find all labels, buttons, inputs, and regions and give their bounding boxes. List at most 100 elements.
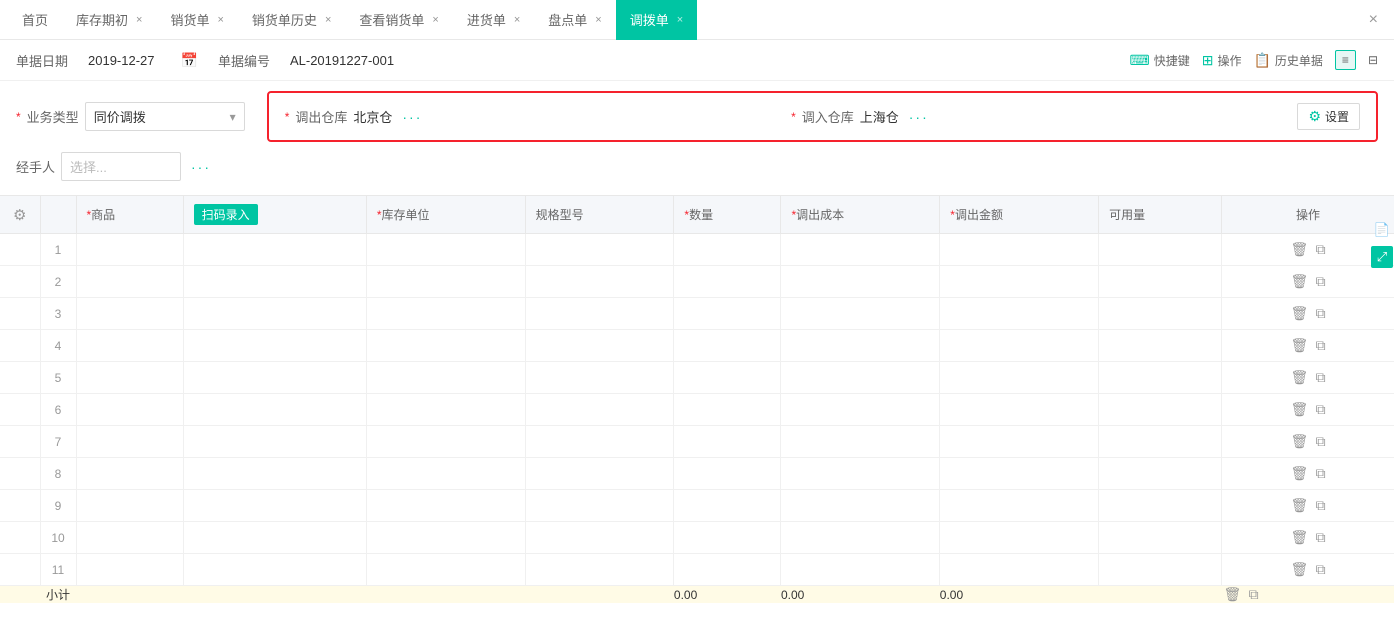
- tab-close-inventory-init[interactable]: ×: [136, 14, 142, 26]
- row-unit-9[interactable]: [366, 490, 525, 522]
- tab-transfer-order[interactable]: 调拨单 ×: [616, 0, 697, 40]
- row-amount-6[interactable]: [940, 394, 1099, 426]
- row-delete-icon-11[interactable]: 🗑: [1290, 561, 1308, 577]
- sidebar-expand-btn[interactable]: ⤢: [1371, 246, 1393, 268]
- tab-close-transfer-order[interactable]: ×: [677, 14, 683, 26]
- table-gear-icon[interactable]: ⚙: [13, 207, 26, 224]
- calendar-icon[interactable]: 📅: [181, 52, 198, 69]
- row-unit-2[interactable]: [366, 266, 525, 298]
- window-close-button[interactable]: ×: [1361, 11, 1386, 29]
- row-delete-icon-10[interactable]: 🗑: [1290, 529, 1308, 545]
- row-qty-10[interactable]: [674, 522, 781, 554]
- row-unit-8[interactable]: [366, 458, 525, 490]
- row-delete-icon-1[interactable]: 🗑: [1290, 241, 1308, 257]
- row-delete-icon-3[interactable]: 🗑: [1290, 305, 1308, 321]
- row-amount-7[interactable]: [940, 426, 1099, 458]
- operations-btn[interactable]: ⊞ 操作: [1202, 52, 1242, 69]
- row-spec-9[interactable]: [525, 490, 674, 522]
- row-qty-5[interactable]: [674, 362, 781, 394]
- row-cost-11[interactable]: [781, 554, 940, 586]
- row-copy-icon-3[interactable]: ⧉: [1316, 305, 1326, 321]
- row-copy-icon-10[interactable]: ⧉: [1316, 529, 1326, 545]
- row-delete-icon-6[interactable]: 🗑: [1290, 401, 1308, 417]
- row-product-7[interactable]: [76, 426, 183, 458]
- row-product-9[interactable]: [76, 490, 183, 522]
- tab-close-sales-history[interactable]: ×: [325, 14, 331, 26]
- row-qty-4[interactable]: [674, 330, 781, 362]
- row-amount-5[interactable]: [940, 362, 1099, 394]
- scan-btn[interactable]: 扫码录入: [194, 204, 258, 225]
- row-amount-9[interactable]: [940, 490, 1099, 522]
- tab-sales-history[interactable]: 销货单历史 ×: [238, 0, 345, 40]
- row-unit-5[interactable]: [366, 362, 525, 394]
- tab-view-sales[interactable]: 查看销货单 ×: [345, 0, 452, 40]
- row-product-6[interactable]: [76, 394, 183, 426]
- row-amount-8[interactable]: [940, 458, 1099, 490]
- row-qty-9[interactable]: [674, 490, 781, 522]
- row-amount-4[interactable]: [940, 330, 1099, 362]
- row-spec-4[interactable]: [525, 330, 674, 362]
- tab-inventory-check[interactable]: 盘点单 ×: [534, 0, 615, 40]
- row-product-5[interactable]: [76, 362, 183, 394]
- footer-copy-icon[interactable]: ⧉: [1249, 586, 1259, 602]
- row-cost-3[interactable]: [781, 298, 940, 330]
- row-spec-5[interactable]: [525, 362, 674, 394]
- settings-button[interactable]: ⚙ 设置: [1297, 103, 1360, 130]
- row-qty-8[interactable]: [674, 458, 781, 490]
- out-warehouse-more-btn[interactable]: ···: [402, 109, 422, 125]
- row-unit-1[interactable]: [366, 234, 525, 266]
- row-copy-icon-2[interactable]: ⧉: [1316, 273, 1326, 289]
- tab-sales-order[interactable]: 销货单 ×: [156, 0, 237, 40]
- row-qty-2[interactable]: [674, 266, 781, 298]
- row-product-11[interactable]: [76, 554, 183, 586]
- in-warehouse-more-btn[interactable]: ···: [909, 109, 929, 125]
- row-spec-1[interactable]: [525, 234, 674, 266]
- row-cost-5[interactable]: [781, 362, 940, 394]
- footer-delete-icon[interactable]: 🗑: [1224, 586, 1242, 602]
- row-product-3[interactable]: [76, 298, 183, 330]
- sidebar-doc-btn[interactable]: 📄: [1372, 220, 1392, 240]
- row-product-2[interactable]: [76, 266, 183, 298]
- row-unit-4[interactable]: [366, 330, 525, 362]
- row-cost-1[interactable]: [781, 234, 940, 266]
- row-spec-10[interactable]: [525, 522, 674, 554]
- row-spec-2[interactable]: [525, 266, 674, 298]
- row-cost-10[interactable]: [781, 522, 940, 554]
- tab-close-inventory-check[interactable]: ×: [595, 14, 601, 26]
- row-unit-3[interactable]: [366, 298, 525, 330]
- row-spec-8[interactable]: [525, 458, 674, 490]
- row-spec-7[interactable]: [525, 426, 674, 458]
- row-amount-10[interactable]: [940, 522, 1099, 554]
- row-cost-6[interactable]: [781, 394, 940, 426]
- row-amount-2[interactable]: [940, 266, 1099, 298]
- tab-purchase-order[interactable]: 进货单 ×: [453, 0, 534, 40]
- col-setting[interactable]: ⚙: [0, 196, 40, 234]
- row-unit-6[interactable]: [366, 394, 525, 426]
- row-unit-10[interactable]: [366, 522, 525, 554]
- row-delete-icon-9[interactable]: 🗑: [1290, 497, 1308, 513]
- row-copy-icon-4[interactable]: ⧉: [1316, 337, 1326, 353]
- row-qty-6[interactable]: [674, 394, 781, 426]
- row-delete-icon-2[interactable]: 🗑: [1290, 273, 1308, 289]
- row-copy-icon-5[interactable]: ⧉: [1316, 369, 1326, 385]
- row-qty-11[interactable]: [674, 554, 781, 586]
- tab-close-sales-order[interactable]: ×: [217, 14, 223, 26]
- row-qty-7[interactable]: [674, 426, 781, 458]
- row-copy-icon-9[interactable]: ⧉: [1316, 497, 1326, 513]
- row-copy-icon-7[interactable]: ⧉: [1316, 433, 1326, 449]
- row-amount-3[interactable]: [940, 298, 1099, 330]
- row-qty-1[interactable]: [674, 234, 781, 266]
- row-delete-icon-7[interactable]: 🗑: [1290, 433, 1308, 449]
- history-docs-btn[interactable]: 📋 历史单据: [1253, 52, 1322, 69]
- row-cost-7[interactable]: [781, 426, 940, 458]
- tab-home[interactable]: 首页: [8, 0, 62, 40]
- row-cost-9[interactable]: [781, 490, 940, 522]
- row-copy-icon-6[interactable]: ⧉: [1316, 401, 1326, 417]
- row-product-4[interactable]: [76, 330, 183, 362]
- quick-keys-btn[interactable]: ⌨ 快捷键: [1129, 52, 1189, 69]
- row-spec-11[interactable]: [525, 554, 674, 586]
- row-cost-4[interactable]: [781, 330, 940, 362]
- row-delete-icon-8[interactable]: 🗑: [1290, 465, 1308, 481]
- row-spec-6[interactable]: [525, 394, 674, 426]
- row-cost-2[interactable]: [781, 266, 940, 298]
